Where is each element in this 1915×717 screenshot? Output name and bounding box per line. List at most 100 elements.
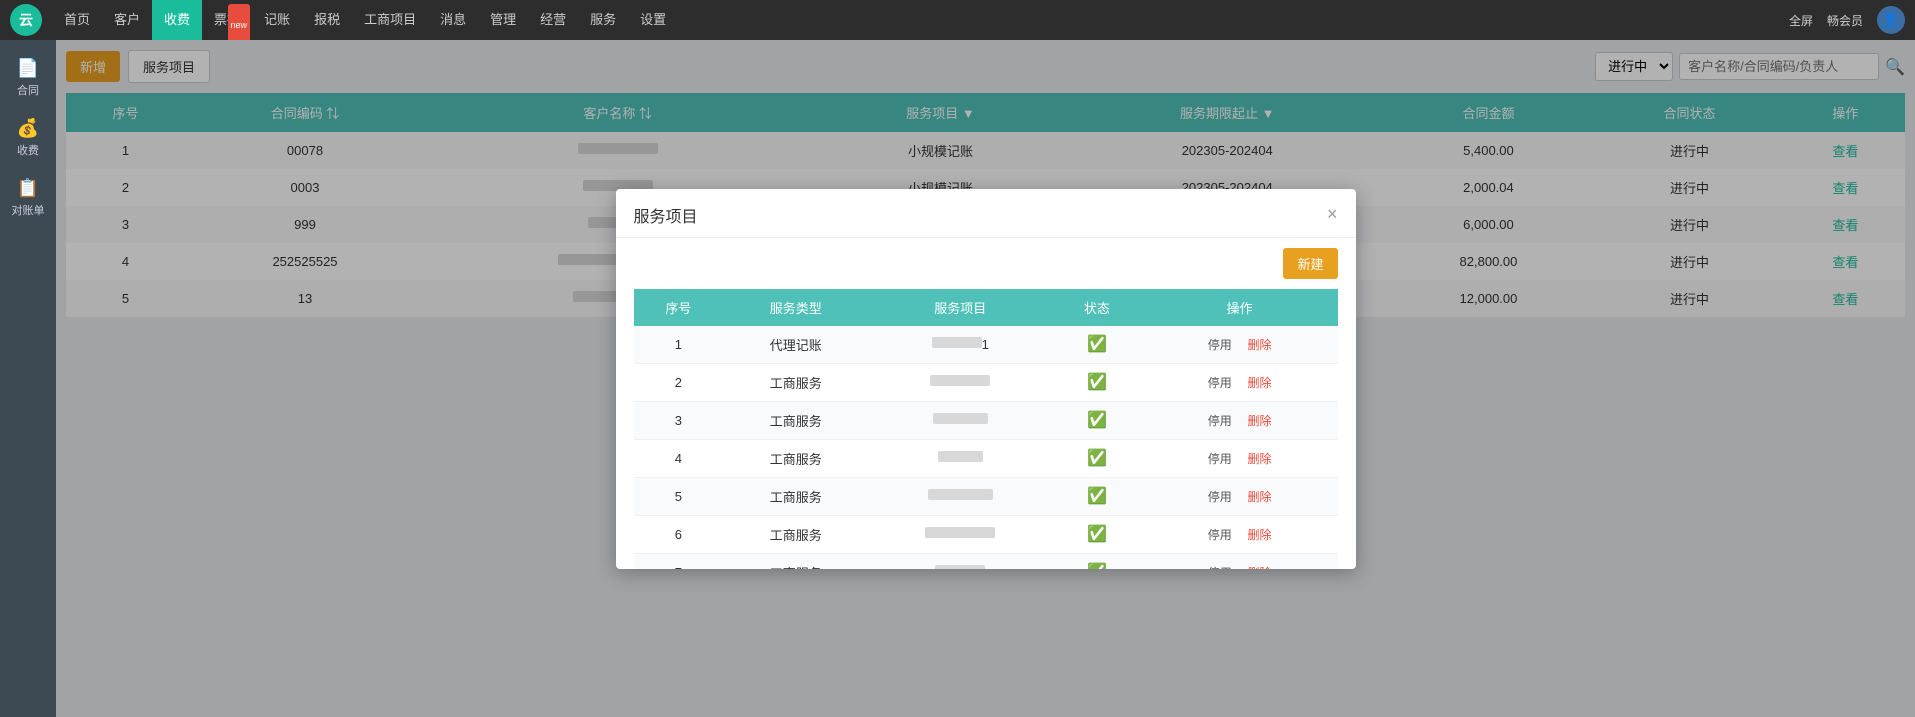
status-check-icon: ✅	[1087, 374, 1107, 391]
modal-row-seq: 4	[634, 439, 724, 477]
list-item: 1 代理记账 1 ✅ 停用 删除	[634, 326, 1338, 364]
modal-row-action: 停用 删除	[1142, 477, 1338, 515]
modal-row-action: 停用 删除	[1142, 439, 1338, 477]
disable-button[interactable]: 停用	[1202, 448, 1238, 469]
modal-row-type: 工商服务	[723, 515, 868, 553]
content-area: 新增 服务项目 进行中 已完成 已终止 🔍 序号 合同编码 ⇅ 客户名称 ⇅ 服…	[56, 40, 1915, 717]
modal-row-item	[868, 363, 1052, 401]
delete-button[interactable]: 删除	[1241, 372, 1277, 393]
delete-button[interactable]: 删除	[1241, 524, 1277, 545]
modal-row-status: ✅	[1052, 515, 1142, 553]
status-check-icon: ✅	[1087, 564, 1107, 569]
status-check-icon: ✅	[1087, 526, 1107, 543]
modal-close-button[interactable]: ×	[1327, 204, 1338, 225]
modal-col-item: 服务项目	[868, 289, 1052, 326]
sidebar-item-statement[interactable]: 📋 对账单	[3, 170, 53, 226]
modal-row-type: 工商服务	[723, 477, 868, 515]
modal-title: 服务项目	[634, 203, 698, 227]
modal-row-status: ✅	[1052, 401, 1142, 439]
modal-col-type: 服务类型	[723, 289, 868, 326]
disable-button[interactable]: 停用	[1202, 334, 1238, 355]
fee-icon: 💰	[17, 118, 39, 139]
statement-icon: 📋	[17, 178, 39, 199]
status-check-icon: ✅	[1087, 450, 1107, 467]
disable-button[interactable]: 停用	[1202, 562, 1238, 569]
nav-fee[interactable]: 收费	[152, 0, 202, 40]
nav-bookkeeping[interactable]: 记账	[252, 0, 302, 40]
delete-button[interactable]: 删除	[1241, 334, 1277, 355]
list-item: 5 工商服务 ✅ 停用 删除	[634, 477, 1338, 515]
nav-message[interactable]: 消息	[428, 0, 478, 40]
delete-button[interactable]: 删除	[1241, 486, 1277, 507]
modal-row-seq: 3	[634, 401, 724, 439]
modal-row-status: ✅	[1052, 439, 1142, 477]
list-item: 3 工商服务 ✅ 停用 删除	[634, 401, 1338, 439]
modal-row-action: 停用 删除	[1142, 363, 1338, 401]
modal-row-seq: 7	[634, 553, 724, 569]
list-item: 2 工商服务 ✅ 停用 删除	[634, 363, 1338, 401]
modal-row-item	[868, 553, 1052, 569]
main-layout: 📄 合同 💰 收费 📋 对账单 新增 服务项目 进行中 已完成 已终止 �	[0, 40, 1915, 717]
modal-header: 服务项目 ×	[616, 189, 1356, 238]
modal-row-item: 1	[868, 326, 1052, 364]
nav-commerce[interactable]: 工商项目	[352, 0, 428, 40]
nav-operation[interactable]: 经营	[528, 0, 578, 40]
modal-col-seq: 序号	[634, 289, 724, 326]
nav-settings[interactable]: 设置	[628, 0, 678, 40]
delete-button[interactable]: 删除	[1241, 410, 1277, 431]
list-item: 7 工商服务 ✅ 停用 删除	[634, 553, 1338, 569]
app-logo: 云	[10, 4, 42, 36]
modal-row-status: ✅	[1052, 553, 1142, 569]
disable-button[interactable]: 停用	[1202, 410, 1238, 431]
top-right-area: 全屏 畅会员 👤	[1789, 6, 1905, 34]
list-item: 6 工商服务 ✅ 停用 删除	[634, 515, 1338, 553]
modal-table-header: 序号 服务类型 服务项目 状态 操作	[634, 289, 1338, 326]
modal-col-status: 状态	[1052, 289, 1142, 326]
disable-button[interactable]: 停用	[1202, 524, 1238, 545]
modal-row-seq: 2	[634, 363, 724, 401]
nav-invoice[interactable]: 票据 new	[202, 0, 252, 40]
modal-body: 序号 服务类型 服务项目 状态 操作 1 代理记账 1	[616, 289, 1356, 569]
nav-customer[interactable]: 客户	[102, 0, 152, 40]
modal-row-type: 代理记账	[723, 326, 868, 364]
avatar[interactable]: 👤	[1877, 6, 1905, 34]
disable-button[interactable]: 停用	[1202, 486, 1238, 507]
status-check-icon: ✅	[1087, 336, 1107, 353]
modal-row-seq: 1	[634, 326, 724, 364]
top-navigation: 云 首页 客户 收费 票据 new 记账 报税 工商项目 消息 管理 经营 服务…	[0, 0, 1915, 40]
modal-col-action: 操作	[1142, 289, 1338, 326]
modal-row-item	[868, 515, 1052, 553]
delete-button[interactable]: 删除	[1241, 448, 1277, 469]
modal-row-type: 工商服务	[723, 401, 868, 439]
modal-overlay: 服务项目 × 新建 序号 服务类型 服务项目 状态	[56, 40, 1915, 717]
contract-icon: 📄	[17, 58, 39, 79]
member-btn[interactable]: 畅会员	[1827, 12, 1863, 29]
sidebar-item-fee[interactable]: 💰 收费	[3, 110, 53, 166]
modal-new-button[interactable]: 新建	[1283, 248, 1337, 279]
nav-home[interactable]: 首页	[52, 0, 102, 40]
fullscreen-btn[interactable]: 全屏	[1789, 12, 1813, 29]
modal-row-action: 停用 删除	[1142, 326, 1338, 364]
sidebar: 📄 合同 💰 收费 📋 对账单	[0, 40, 56, 717]
disable-button[interactable]: 停用	[1202, 372, 1238, 393]
modal-row-type: 工商服务	[723, 363, 868, 401]
nav-manage[interactable]: 管理	[478, 0, 528, 40]
delete-button[interactable]: 删除	[1241, 562, 1277, 569]
sidebar-item-contract[interactable]: 📄 合同	[3, 50, 53, 106]
modal-row-type: 工商服务	[723, 553, 868, 569]
nav-service[interactable]: 服务	[578, 0, 628, 40]
modal-row-type: 工商服务	[723, 439, 868, 477]
modal-row-action: 停用 删除	[1142, 401, 1338, 439]
modal-row-item	[868, 477, 1052, 515]
modal-row-item	[868, 439, 1052, 477]
modal-row-seq: 6	[634, 515, 724, 553]
modal-row-item	[868, 401, 1052, 439]
status-check-icon: ✅	[1087, 488, 1107, 505]
service-table: 序号 服务类型 服务项目 状态 操作 1 代理记账 1	[634, 289, 1338, 569]
modal-toolbar: 新建	[616, 238, 1356, 289]
modal-row-action: 停用 删除	[1142, 553, 1338, 569]
modal-row-status: ✅	[1052, 326, 1142, 364]
nav-tax[interactable]: 报税	[302, 0, 352, 40]
modal-row-status: ✅	[1052, 477, 1142, 515]
list-item: 4 工商服务 ✅ 停用 删除	[634, 439, 1338, 477]
